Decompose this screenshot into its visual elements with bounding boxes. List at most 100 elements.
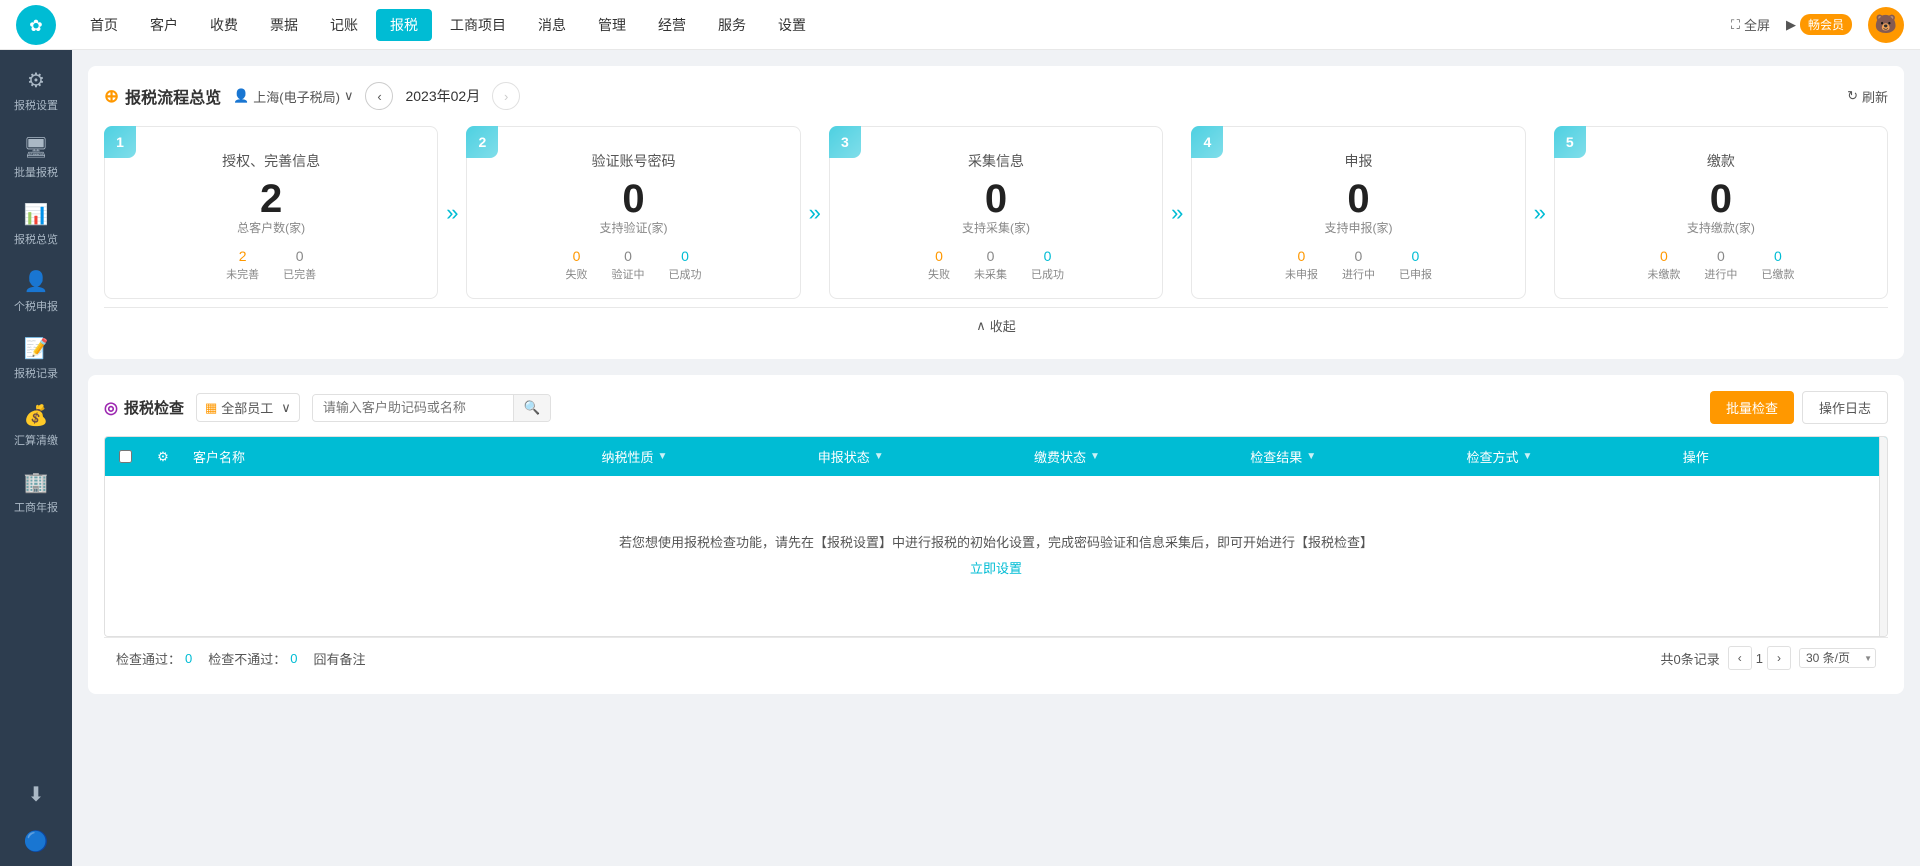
step-num-3: 3 <box>829 126 861 158</box>
step-stat-1-1: 0 已完善 <box>283 248 316 282</box>
th-operation: 操作 <box>1671 437 1887 476</box>
check-header: ◎ 报税检查 ▦ 全部员工 ∨ 🔍 批量检查 操作日志 <box>104 391 1888 424</box>
step-count-4: 0 <box>1347 179 1369 219</box>
nav-management[interactable]: 管理 <box>584 9 640 41</box>
th-declare-status[interactable]: 申报状态 ▼ <box>806 437 1022 476</box>
sidebar-item-tax-settings[interactable]: ⚙ 报税设置 <box>0 58 72 123</box>
sidebar-item-personal-tax[interactable]: 👤 个税申报 <box>0 259 72 324</box>
download-icon: ⬇ <box>28 782 45 807</box>
personal-tax-icon: 👤 <box>24 269 49 294</box>
th-check-result[interactable]: 检查结果 ▼ <box>1238 437 1454 476</box>
total-records: 共0条记录 <box>1661 649 1720 668</box>
search-box: 🔍 <box>312 394 552 422</box>
nav-tax[interactable]: 报税 <box>376 9 432 41</box>
chevron-down-icon: ∨ <box>344 88 354 104</box>
nav-fee[interactable]: 收费 <box>196 9 252 41</box>
step-count-5: 0 <box>1710 179 1732 219</box>
step-stat-3-0: 0 失败 <box>928 248 950 282</box>
employee-filter-icon: ▦ <box>205 400 217 416</box>
nav-invoice[interactable]: 票据 <box>256 9 312 41</box>
table-checkbox-all[interactable] <box>105 440 145 473</box>
arrow-3-4: » <box>1163 200 1191 226</box>
sidebar-item-download[interactable]: ⬇ <box>0 772 72 817</box>
step-num-5: 5 <box>1554 126 1586 158</box>
nav-message[interactable]: 消息 <box>524 9 580 41</box>
step-title-2: 验证账号密码 <box>592 151 676 171</box>
check-fail-count[interactable]: 0 <box>290 651 297 666</box>
app-logo[interactable]: ✿ <box>16 5 56 45</box>
empty-state-message: 若您想使用报税检查功能，请先在【报税设置】中进行报税的初始化设置，完成密码验证和… <box>619 530 1373 582</box>
check-pass-count[interactable]: 0 <box>185 651 192 666</box>
employee-filter[interactable]: ▦ 全部员工 ∨ <box>196 393 300 422</box>
nav-accounting[interactable]: 记账 <box>316 9 372 41</box>
step-stat-5-2: 0 已缴款 <box>1761 248 1794 282</box>
next-page-button[interactable]: › <box>1767 646 1791 670</box>
footer-right: 共0条记录 ‹ 1 › 30 条/页 50 条/页 100 条/页 <box>1661 646 1876 670</box>
sidebar-item-batch-tax[interactable]: 🖥 批量报税 <box>0 125 72 190</box>
table-settings[interactable]: ⚙ <box>145 439 181 475</box>
step-count-3: 0 <box>985 179 1007 219</box>
location-icon: 👤 <box>233 88 249 104</box>
step-stat-3-2: 0 已成功 <box>1031 248 1064 282</box>
arrow-4-5: » <box>1526 200 1554 226</box>
prev-month-button[interactable]: ‹ <box>365 82 393 110</box>
scrollbar[interactable] <box>1879 437 1887 636</box>
refresh-button[interactable]: ↻ 刷新 <box>1847 87 1888 106</box>
arrow-2-3: » <box>801 200 829 226</box>
sidebar-item-tax-record[interactable]: 📝 报税记录 <box>0 326 72 391</box>
th-check-method[interactable]: 检查方式 ▼ <box>1455 437 1671 476</box>
collapse-button[interactable]: ∧ 收起 <box>104 307 1888 343</box>
nav-home[interactable]: 首页 <box>76 9 132 41</box>
tax-settings-icon: ⚙ <box>27 68 45 93</box>
step-stats-5: 0 未缴款 0 进行中 0 已缴款 <box>1647 248 1794 282</box>
step-stats-2: 0 失败 0 验证中 0 已成功 <box>566 248 702 282</box>
chevron-down-icon: ∨ <box>281 400 291 416</box>
sidebar-item-help[interactable]: 🔵 <box>0 819 72 864</box>
per-page-select[interactable]: 30 条/页 50 条/页 100 条/页 <box>1799 648 1876 668</box>
nav-operation[interactable]: 经营 <box>644 9 700 41</box>
filter-pay-status-icon: ▼ <box>1090 451 1100 462</box>
flow-step-3: 3 采集信息 0 支持采集(家) 0 失败 0 未采集 <box>829 126 1163 299</box>
sidebar-item-tax-overview[interactable]: 📊 报税总览 <box>0 192 72 257</box>
step-stats-3: 0 失败 0 未采集 0 已成功 <box>928 248 1064 282</box>
step-sub-1: 总客户数(家) <box>237 219 305 236</box>
per-page-select-wrap: 30 条/页 50 条/页 100 条/页 <box>1799 648 1876 668</box>
check-fail-stat: 检查不通过： 0 <box>208 649 297 668</box>
table-body-empty: 若您想使用报税检查功能，请先在【报税设置】中进行报税的初始化设置，完成密码验证和… <box>105 476 1887 636</box>
filter-tax-nature-icon: ▼ <box>658 451 668 462</box>
help-icon: 🔵 <box>24 829 49 854</box>
flow-title: ⊕ 报税流程总览 <box>104 84 221 108</box>
step-stat-4-1: 0 进行中 <box>1342 248 1375 282</box>
step-stat-5-0: 0 未缴款 <box>1647 248 1680 282</box>
batch-check-button[interactable]: 批量检查 <box>1710 391 1794 424</box>
fullscreen-button[interactable]: ⛶ 全屏 <box>1731 15 1770 34</box>
step-sub-4: 支持申报(家) <box>1324 219 1392 236</box>
search-input[interactable] <box>313 395 513 420</box>
next-month-button[interactable]: › <box>492 82 520 110</box>
step-stat-2-2: 0 已成功 <box>669 248 702 282</box>
step-title-3: 采集信息 <box>968 151 1024 171</box>
main-area: ⚙ 报税设置 🖥 批量报税 📊 报税总览 👤 个税申报 📝 报税记录 💰 <box>0 50 1920 866</box>
sidebar-item-settlement[interactable]: 💰 汇算清缴 <box>0 393 72 458</box>
location-badge[interactable]: 👤 上海(电子税局) ∨ <box>233 87 353 106</box>
left-sidebar: ⚙ 报税设置 🖥 批量报税 📊 报税总览 👤 个税申报 📝 报税记录 💰 <box>0 50 72 866</box>
user-avatar[interactable]: 🐻 <box>1868 7 1904 43</box>
setup-link[interactable]: 立即设置 <box>970 561 1022 576</box>
prev-page-button[interactable]: ‹ <box>1728 646 1752 670</box>
select-all-checkbox[interactable] <box>119 450 132 463</box>
search-button[interactable]: 🔍 <box>513 395 551 421</box>
step-num-2: 2 <box>466 126 498 158</box>
nav-settings[interactable]: 设置 <box>764 9 820 41</box>
vip-button[interactable]: ▶ 畅会员 <box>1786 14 1852 35</box>
th-tax-nature[interactable]: 纳税性质 ▼ <box>590 437 806 476</box>
th-pay-status[interactable]: 缴费状态 ▼ <box>1022 437 1238 476</box>
sidebar-item-annual-report[interactable]: 🏢 工商年报 <box>0 460 72 525</box>
content-area: ⊕ 报税流程总览 👤 上海(电子税局) ∨ ‹ 2023年02月 › <box>72 50 1920 866</box>
operation-log-button[interactable]: 操作日志 <box>1802 391 1888 424</box>
nav-service[interactable]: 服务 <box>704 9 760 41</box>
table-header: ⚙ 客户名称 纳税性质 ▼ 申报状态 ▼ 缴费状态 <box>105 437 1887 476</box>
step-stat-3-1: 0 未采集 <box>974 248 1007 282</box>
nav-bizproject[interactable]: 工商项目 <box>436 9 520 41</box>
nav-customer[interactable]: 客户 <box>136 9 192 41</box>
filter-check-result-icon: ▼ <box>1306 451 1316 462</box>
